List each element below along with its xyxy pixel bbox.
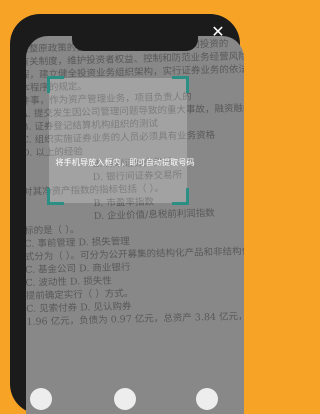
scan-hint-text: 将手机导放入框内，即可自动提取号码 bbox=[55, 157, 195, 167]
gallery-button[interactable] bbox=[30, 388, 52, 410]
scan-frame bbox=[47, 76, 189, 205]
frame-corner-bottom-right bbox=[172, 188, 189, 205]
close-icon[interactable]: ✕ bbox=[210, 24, 226, 40]
scan-area bbox=[49, 78, 187, 203]
phone-notch bbox=[72, 36, 198, 51]
frame-corner-top-right bbox=[172, 76, 189, 93]
history-button[interactable] bbox=[196, 388, 218, 410]
flash-button[interactable] bbox=[114, 388, 136, 410]
frame-corner-top-left bbox=[47, 76, 64, 93]
phone-mockup: 重整原政策的执行情况；当前资产管理公司投资的 有关制度，维护投资者权益、控制和防… bbox=[10, 14, 244, 414]
frame-corner-bottom-left bbox=[47, 188, 64, 205]
